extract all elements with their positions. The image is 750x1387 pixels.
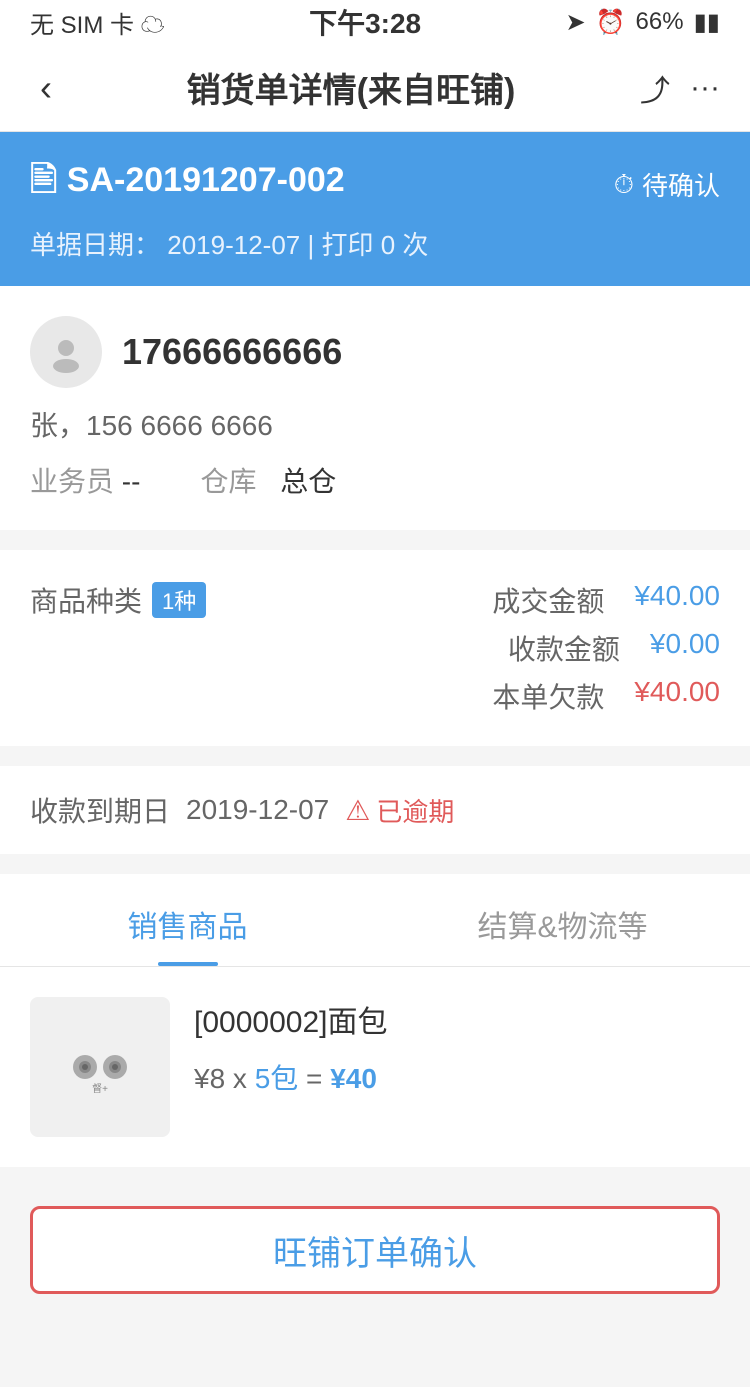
order-banner: 🖹 SA-20191207-002 ⏱ 待确认 单据日期： 2019-12-07…	[0, 132, 750, 286]
due-amount-value: ¥40.00	[634, 676, 720, 716]
battery-icon: ▮▮	[694, 8, 720, 37]
order-status: ⏱ 待确认	[614, 166, 720, 203]
customer-name: 张，156 6666 6666	[30, 404, 720, 444]
product-item: 督+ [0000002]面包 ¥8 x 5包 = ¥40	[0, 967, 750, 1167]
status-left: 无 SIM 卡 ☁	[30, 5, 165, 40]
deal-amount-row: 成交金额 ¥40.00	[492, 580, 720, 620]
amount-left: 商品种类 1种	[30, 580, 206, 620]
warning-icon: ⚠	[345, 794, 370, 827]
tab-products[interactable]: 销售商品	[0, 874, 375, 966]
received-amount-value: ¥0.00	[650, 628, 720, 668]
back-button[interactable]: ‹	[30, 57, 62, 119]
nav-actions: ⤴ ···	[640, 66, 720, 110]
warehouse-field: 仓库 总仓	[200, 460, 336, 500]
share-button[interactable]: ⤴	[640, 66, 670, 110]
bottom-bar: 旺铺订单确认	[0, 1186, 750, 1334]
order-banner-top: 🖹 SA-20191207-002 ⏱ 待确认	[30, 156, 720, 213]
amount-right: 成交金额 ¥40.00 收款金额 ¥0.00 本单欠款 ¥40.00	[492, 580, 720, 716]
product-info: [0000002]面包 ¥8 x 5包 = ¥40	[194, 997, 720, 1097]
page-title: 销货单详情(来自旺铺)	[187, 63, 516, 112]
overdue-badge: ⚠ 已逾期	[345, 792, 454, 829]
due-date-section: 收款到期日 2019-12-07 ⚠ 已逾期	[0, 766, 750, 854]
navigation-icon: ➤	[566, 8, 586, 37]
amount-section: 商品种类 1种 成交金额 ¥40.00 收款金额 ¥0.00 本单欠款 ¥40.…	[0, 550, 750, 746]
avatar	[30, 316, 102, 388]
kind-field: 商品种类 1种	[30, 580, 206, 620]
product-name: [0000002]面包	[194, 997, 720, 1041]
due-date-label: 收款到期日	[30, 790, 170, 830]
status-right: ➤ ⏰ 66% ▮▮	[566, 8, 720, 37]
confirm-button[interactable]: 旺铺订单确认	[30, 1206, 720, 1294]
deal-amount-value: ¥40.00	[634, 580, 720, 620]
tab-settlement[interactable]: 结算&物流等	[375, 874, 750, 966]
product-price: ¥8 x 5包 = ¥40	[194, 1057, 720, 1097]
kind-value: 1种	[152, 582, 206, 618]
more-button[interactable]: ···	[690, 71, 720, 105]
due-amount-row: 本单欠款 ¥40.00	[492, 676, 720, 716]
status-text: 待确认	[642, 166, 720, 203]
order-id: 🖹 SA-20191207-002	[30, 156, 345, 213]
received-amount-row: 收款金额 ¥0.00	[508, 628, 720, 668]
order-date-line: 单据日期： 2019-12-07 | 打印 0 次	[30, 225, 720, 262]
customer-meta: 业务员 -- 仓库 总仓	[30, 460, 720, 500]
no-sim-text: 无 SIM 卡 ☁	[30, 5, 165, 40]
order-icon: 🖹	[30, 161, 67, 199]
tabs-container: 销售商品 结算&物流等	[0, 874, 750, 967]
clock-icon: ⏱	[614, 169, 634, 201]
battery-text: 66%	[636, 8, 684, 36]
svg-text:督+: 督+	[92, 1082, 108, 1095]
overdue-text: 已逾期	[376, 792, 454, 829]
salesman-field: 业务员 --	[30, 460, 140, 500]
status-bar: 无 SIM 卡 ☁ 下午3:28 ➤ ⏰ 66% ▮▮	[0, 0, 750, 44]
customer-phone: 17666666666	[122, 331, 342, 373]
customer-section: 17666666666 张，156 6666 6666 业务员 -- 仓库 总仓	[0, 286, 750, 530]
product-thumbnail: 督+	[30, 997, 170, 1137]
customer-top: 17666666666	[30, 316, 720, 388]
alarm-icon: ⏰	[596, 8, 626, 37]
nav-bar: ‹ 销货单详情(来自旺铺) ⤴ ···	[0, 44, 750, 132]
status-time: 下午3:28	[309, 2, 421, 42]
due-date-value: 2019-12-07	[186, 794, 329, 826]
